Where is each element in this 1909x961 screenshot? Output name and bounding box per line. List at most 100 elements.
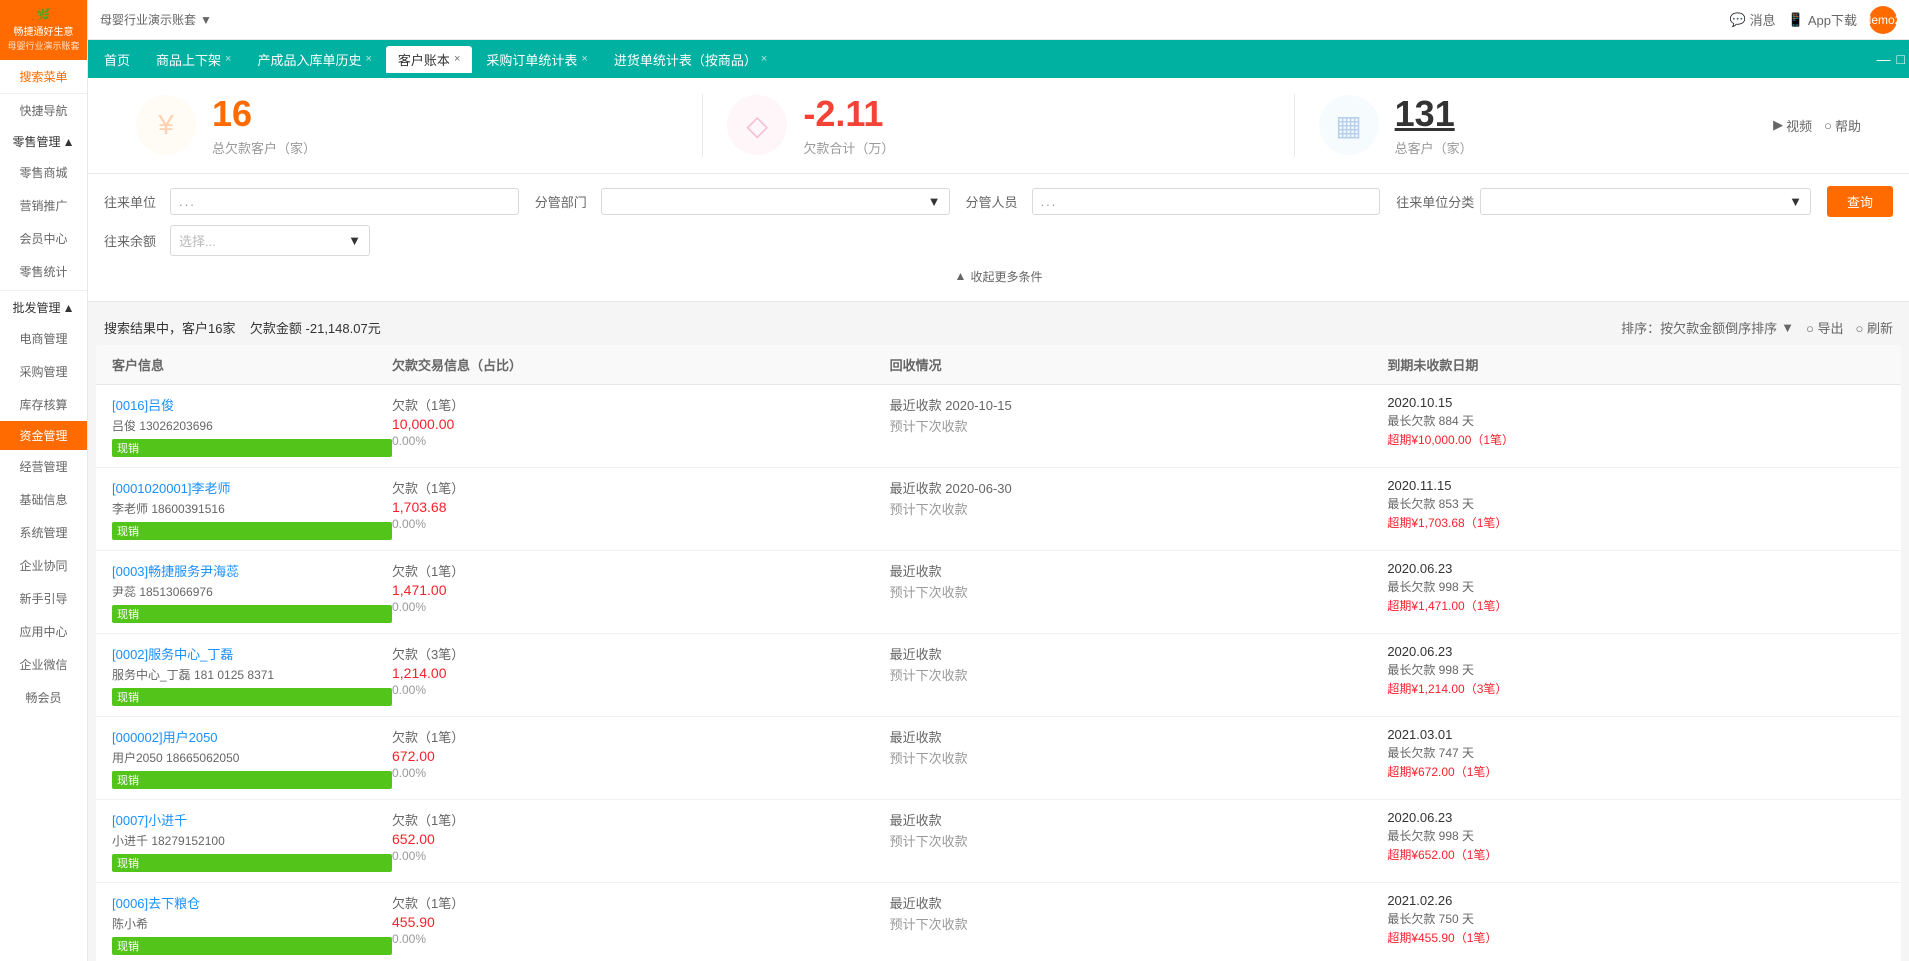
debt-info-3: 欠款（3笔） 1,214.00 0.00% (392, 644, 890, 697)
filter-person: 分管人员 ... (966, 188, 1381, 215)
minimize-icon[interactable]: — (1877, 51, 1891, 67)
overdue-amount-2[interactable]: 超期¥1,471.00（1笔） (1387, 597, 1885, 614)
sort-select[interactable]: 排序：按欠款金额倒序排序 ▼ (1621, 318, 1794, 337)
tab-product-off-label: 商品上下架 (156, 50, 221, 69)
play-icon: ▶ (1773, 117, 1783, 133)
debt-ratio-5: 0.00% (392, 849, 890, 863)
sidebar-item-newbie[interactable]: 新手引导 (0, 582, 87, 615)
next-collection-4: 预计下次收款 (890, 748, 1388, 767)
collapse-filters-button[interactable]: ▲ 收起更多条件 (104, 264, 1893, 289)
customer-phone-0: 吕俊 13026203696 (112, 417, 392, 434)
customer-tag-1: 现销 (112, 522, 392, 540)
customer-phone-6: 陈小希 (112, 915, 392, 932)
tab-product-history[interactable]: 产成品入库单历史 × (245, 46, 383, 73)
sidebar-item-quick-nav[interactable]: 快捷导航 (0, 94, 87, 127)
export-button[interactable]: ○ 导出 (1806, 318, 1844, 337)
maximize-icon[interactable]: □ (1897, 51, 1905, 67)
sidebar-item-finance[interactable]: 资金管理 (0, 421, 87, 450)
tab-inventory-stats-label: 进货单统计表（按商品） (614, 50, 757, 69)
customer-name-6[interactable]: [0006]去下粮仓 (112, 893, 392, 912)
sidebar-item-operations[interactable]: 经营管理 (0, 450, 87, 483)
query-button[interactable]: 查询 (1827, 186, 1893, 217)
overdue-amount-3[interactable]: 超期¥1,214.00（3笔） (1387, 680, 1885, 697)
source-unit-label: 往来单位 (104, 192, 164, 211)
sidebar-item-retail-store[interactable]: 零售商城 (0, 156, 87, 189)
tab-home[interactable]: 首页 (92, 46, 142, 73)
tab-inventory-stats-close[interactable]: × (761, 53, 767, 65)
customer-name-2[interactable]: [0003]畅捷服务尹海蕊 (112, 561, 392, 580)
col-collection: 回收情况 (890, 355, 1388, 374)
sidebar-item-marketing[interactable]: 营销推广 (0, 189, 87, 222)
tab-customer-account[interactable]: 客户账本 × (386, 46, 472, 73)
collection-info-2: 最近收款 预计下次收款 (890, 561, 1388, 601)
refresh-button[interactable]: ○ 刷新 (1856, 318, 1894, 337)
app-download-button[interactable]: 📱 App下载 (1788, 10, 1857, 29)
customer-info-0: [0016]吕俊 吕俊 13026203696 现销 (112, 395, 392, 457)
chevron-up-icon: ▲ (955, 269, 967, 283)
overdue-info-2: 2020.06.23 最长欠款 998 天 超期¥1,471.00（1笔） (1387, 561, 1885, 614)
balance-select[interactable]: 选择... ▼ (170, 225, 370, 256)
tab-product-history-close[interactable]: × (365, 53, 371, 65)
sidebar-item-basic-info[interactable]: 基础信息 (0, 483, 87, 516)
debt-count-2: 欠款（1笔） (392, 561, 890, 580)
overdue-amount-4[interactable]: 超期¥672.00（1笔） (1387, 763, 1885, 780)
filter-area: 往来单位 ... 分管部门 ▼ 分管人员 ... (88, 174, 1909, 302)
overdue-info-6: 2021.02.26 最长欠款 750 天 超期¥455.90（1笔） (1387, 893, 1885, 946)
overdue-amount-6[interactable]: 超期¥455.90（1笔） (1387, 929, 1885, 946)
debt-customers-label: 总欠款客户（家） (212, 138, 316, 157)
sidebar-item-wechat[interactable]: 企业微信 (0, 648, 87, 681)
tab-purchase-order[interactable]: 采购订单统计表 × (474, 46, 599, 73)
overdue-date-3: 2020.06.23 (1387, 644, 1885, 659)
customer-name-3[interactable]: [0002]服务中心_丁磊 (112, 644, 392, 663)
help-button[interactable]: ○ 帮助 (1824, 116, 1861, 135)
tab-inventory-stats[interactable]: 进货单统计表（按商品） × (602, 46, 779, 73)
main-area: 母婴行业演示账套 ▼ 💬 消息 📱 App下载 demo2 首页 商品上下架 (88, 0, 1909, 961)
customer-name-5[interactable]: [0007]小进千 (112, 810, 392, 829)
customer-name-1[interactable]: [0001020001]李老师 (112, 478, 392, 497)
customer-name-4[interactable]: [000002]用户2050 (112, 727, 392, 746)
sidebar-item-retail-mgmt[interactable]: 零售管理 ▲ (0, 127, 87, 156)
tab-product-history-label: 产成品入库单历史 (257, 50, 361, 69)
customer-phone-4: 用户2050 18665062050 (112, 749, 392, 766)
overdue-amount-5[interactable]: 超期¥652.00（1笔） (1387, 846, 1885, 863)
sidebar-logo[interactable]: 🌿 畅捷通好生意 母婴行业演示账套 (0, 0, 87, 60)
sidebar-item-search[interactable]: 搜索菜单 (0, 60, 87, 94)
debt-amount-2: 1,471.00 (392, 582, 890, 598)
debt-count-0: 欠款（1笔） (392, 395, 890, 414)
overdue-days-4: 最长欠款 747 天 (1387, 744, 1885, 761)
tab-purchase-order-close[interactable]: × (581, 53, 587, 65)
source-unit-input[interactable]: ... (170, 188, 519, 215)
message-icon: 💬 (1729, 12, 1745, 28)
person-input[interactable]: ... (1032, 188, 1381, 215)
customer-name-0[interactable]: [0016]吕俊 (112, 395, 392, 414)
collection-info-3: 最近收款 预计下次收款 (890, 644, 1388, 684)
sidebar-item-ecommerce[interactable]: 电商管理 (0, 322, 87, 355)
sidebar-item-retail-stats[interactable]: 零售统计 (0, 255, 87, 288)
view-video-button[interactable]: ▶ 视频 (1773, 116, 1812, 135)
overdue-amount-0[interactable]: 超期¥10,000.00（1笔） (1387, 431, 1885, 448)
tab-product-off-close[interactable]: × (225, 53, 231, 65)
filter-unit-category: 往来单位分类 ▼ (1396, 188, 1811, 215)
total-customers-value: 131 (1395, 94, 1473, 134)
tab-product-off[interactable]: 商品上下架 × (144, 46, 243, 73)
balance-label: 往来余额 (104, 231, 164, 250)
sidebar-item-member[interactable]: 会员中心 (0, 222, 87, 255)
sidebar-item-inventory[interactable]: 库存核算 (0, 388, 87, 421)
help-icon: ○ (1824, 118, 1832, 133)
sidebar-item-system[interactable]: 系统管理 (0, 516, 87, 549)
unit-category-select[interactable]: ▼ (1480, 188, 1811, 215)
tab-customer-account-close[interactable]: × (454, 53, 460, 65)
customer-tag-3: 现销 (112, 688, 392, 706)
topbar-right: 💬 消息 📱 App下载 demo2 (1729, 6, 1897, 34)
phone-icon: 📱 (1788, 12, 1804, 28)
sidebar-item-apps[interactable]: 应用中心 (0, 615, 87, 648)
dept-select[interactable]: ▼ (601, 188, 950, 215)
debt-count-5: 欠款（1笔） (392, 810, 890, 829)
overdue-amount-1[interactable]: 超期¥1,703.68（1笔） (1387, 514, 1885, 531)
sidebar-item-vip[interactable]: 畅会员 (0, 681, 87, 714)
sidebar-item-enterprise-coop[interactable]: 企业协同 (0, 549, 87, 582)
message-button[interactable]: 💬 消息 (1729, 10, 1775, 29)
sidebar-item-purchase-mgmt[interactable]: 采购管理 (0, 355, 87, 388)
sidebar-item-batch-mgmt[interactable]: 批发管理 ▲ (0, 293, 87, 322)
user-avatar[interactable]: demo2 (1869, 6, 1897, 34)
